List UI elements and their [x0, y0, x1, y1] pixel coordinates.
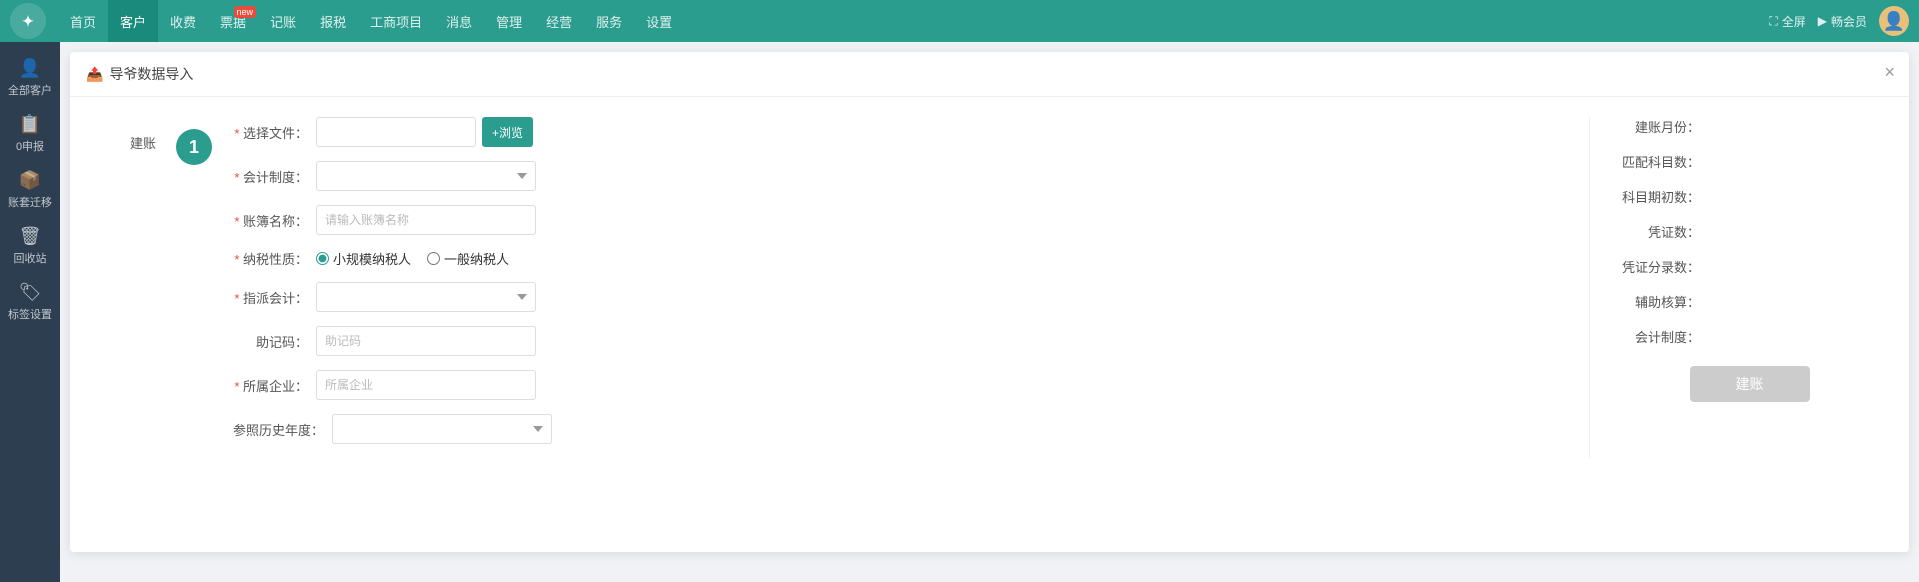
- vip-icon: ▶: [1818, 14, 1827, 28]
- assign-accountant-select[interactable]: [316, 282, 536, 312]
- nav-right-actions: ⛶ 全屏 ▶ 畅会员 👤: [1769, 6, 1909, 36]
- new-badge: new: [234, 6, 257, 18]
- nav-item-operations[interactable]: 经营: [534, 0, 584, 42]
- accounting-system-select[interactable]: [316, 161, 536, 191]
- history-year-row: 参照历史年度：: [228, 414, 1549, 444]
- tax-type-row: 纳税性质： 小规模纳税人 一般纳税人: [228, 249, 1549, 268]
- build-month-label: 建账月份：: [1610, 117, 1700, 136]
- sidebar-item-all-clients[interactable]: 👤 全部客户: [0, 50, 60, 106]
- match-subjects-label: 匹配科目数：: [1610, 152, 1700, 171]
- history-year-label: 参照历史年度：: [228, 420, 324, 439]
- nav-item-business[interactable]: 工商项目: [358, 0, 434, 42]
- build-month-row: 建账月份：: [1610, 117, 1889, 136]
- account-migration-icon: 📦: [19, 170, 41, 191]
- file-input-group: +浏览: [316, 117, 533, 147]
- nav-item-services[interactable]: 服务: [584, 0, 634, 42]
- dialog-body: 建账 1 选择文件： +浏览: [70, 97, 1909, 478]
- create-account-button[interactable]: 建账: [1690, 366, 1810, 402]
- vip-button[interactable]: ▶ 畅会员: [1818, 13, 1867, 30]
- nav-item-settings[interactable]: 设置: [634, 0, 684, 42]
- memo-code-row: 助记码：: [228, 326, 1549, 356]
- right-accounting-system-row: 会计制度：: [1610, 327, 1889, 346]
- all-clients-icon: 👤: [19, 58, 41, 79]
- step-section: 建账 1 选择文件： +浏览: [70, 117, 1589, 458]
- nav-item-messages[interactable]: 消息: [434, 0, 484, 42]
- memo-code-input[interactable]: [316, 326, 536, 356]
- aux-accounting-row: 辅助核算：: [1610, 292, 1889, 311]
- left-sidebar: 👤 全部客户 📋 0申报 📦 账套迁移 🗑 回收站 🏷 标签设置: [0, 42, 60, 582]
- accounting-system-row: 会计制度：: [228, 161, 1549, 191]
- voucher-entries-row: 凭证分录数：: [1610, 257, 1889, 276]
- initial-subjects-row: 科目期初数：: [1610, 187, 1889, 206]
- voucher-row: 凭证数：: [1610, 222, 1889, 241]
- dialog-title: 导爷数据导入: [109, 64, 193, 84]
- dialog-header: 📤 导爷数据导入 ×: [70, 52, 1909, 97]
- tax-type-radio-group: 小规模纳税人 一般纳税人: [316, 249, 509, 268]
- radio-general-taxpayer[interactable]: 一般纳税人: [427, 249, 509, 268]
- main-content: 📤 导爷数据导入 × 建账 1 选择文件：: [60, 42, 1919, 582]
- history-year-select[interactable]: [332, 414, 552, 444]
- tag-settings-icon: 🏷: [19, 282, 42, 303]
- user-avatar[interactable]: 👤: [1879, 6, 1909, 36]
- sidebar-item-recycle-bin[interactable]: 🗑 回收站: [0, 218, 60, 274]
- accounting-system-label: 会计制度：: [228, 167, 308, 186]
- file-row: 选择文件： +浏览: [228, 117, 1549, 147]
- company-label: 所属企业：: [228, 376, 308, 395]
- ledger-name-input[interactable]: [316, 205, 536, 235]
- ledger-name-label: 账簿名称：: [228, 211, 308, 230]
- voucher-entries-label: 凭证分录数：: [1610, 257, 1700, 276]
- file-label: 选择文件：: [228, 123, 308, 142]
- recycle-bin-icon: 🗑: [19, 226, 42, 247]
- dialog-close-button[interactable]: ×: [1884, 62, 1895, 83]
- nav-item-invoices[interactable]: 票据 new: [208, 0, 258, 42]
- match-subjects-row: 匹配科目数：: [1610, 152, 1889, 171]
- sidebar-item-account-migration[interactable]: 📦 账套迁移: [0, 162, 60, 218]
- right-panel: 建账月份： 匹配科目数： 科目期初数： 凭证数： 凭证分录数：: [1589, 117, 1909, 458]
- nav-item-clients[interactable]: 客户: [108, 0, 158, 42]
- fullscreen-button[interactable]: ⛶ 全屏: [1769, 13, 1805, 30]
- nav-item-home[interactable]: 首页: [58, 0, 108, 42]
- right-accounting-system-label: 会计制度：: [1610, 327, 1700, 346]
- assign-accountant-row: 指派会计：: [228, 282, 1549, 312]
- form-area: 选择文件： +浏览 会计制度：: [228, 117, 1549, 458]
- sidebar-item-tag-settings[interactable]: 🏷 标签设置: [0, 274, 60, 330]
- fullscreen-icon: ⛶: [1769, 14, 1777, 29]
- top-navigation: ✦ 首页 客户 收费 票据 new 记账 报税 工商项目 消息 管理 经营 服务…: [0, 0, 1919, 42]
- company-row: 所属企业：: [228, 370, 1549, 400]
- memo-code-label: 助记码：: [228, 332, 308, 351]
- import-dialog: 📤 导爷数据导入 × 建账 1 选择文件：: [70, 52, 1909, 552]
- nav-item-management[interactable]: 管理: [484, 0, 534, 42]
- nav-item-fees[interactable]: 收费: [158, 0, 208, 42]
- aux-accounting-label: 辅助核算：: [1610, 292, 1700, 311]
- initial-subjects-label: 科目期初数：: [1610, 187, 1700, 206]
- nav-item-bookkeeping[interactable]: 记账: [258, 0, 308, 42]
- assign-accountant-label: 指派会计：: [228, 288, 308, 307]
- step-label: 建账: [130, 123, 156, 152]
- sidebar-item-zero-declaration[interactable]: 📋 0申报: [0, 106, 60, 162]
- tax-type-label: 纳税性质：: [228, 249, 308, 268]
- app-logo: ✦: [10, 3, 46, 39]
- zero-declaration-icon: 📋: [19, 114, 41, 135]
- radio-small-taxpayer[interactable]: 小规模纳税人: [316, 249, 411, 268]
- ledger-name-row: 账簿名称：: [228, 205, 1549, 235]
- company-input[interactable]: [316, 370, 536, 400]
- nav-item-tax[interactable]: 报税: [308, 0, 358, 42]
- file-text-input[interactable]: [316, 117, 476, 147]
- import-icon: 📤: [86, 66, 103, 83]
- step-circle: 1: [176, 129, 212, 165]
- avatar-icon: 👤: [1883, 11, 1905, 32]
- browse-button[interactable]: +浏览: [482, 117, 533, 147]
- voucher-label: 凭证数：: [1610, 222, 1700, 241]
